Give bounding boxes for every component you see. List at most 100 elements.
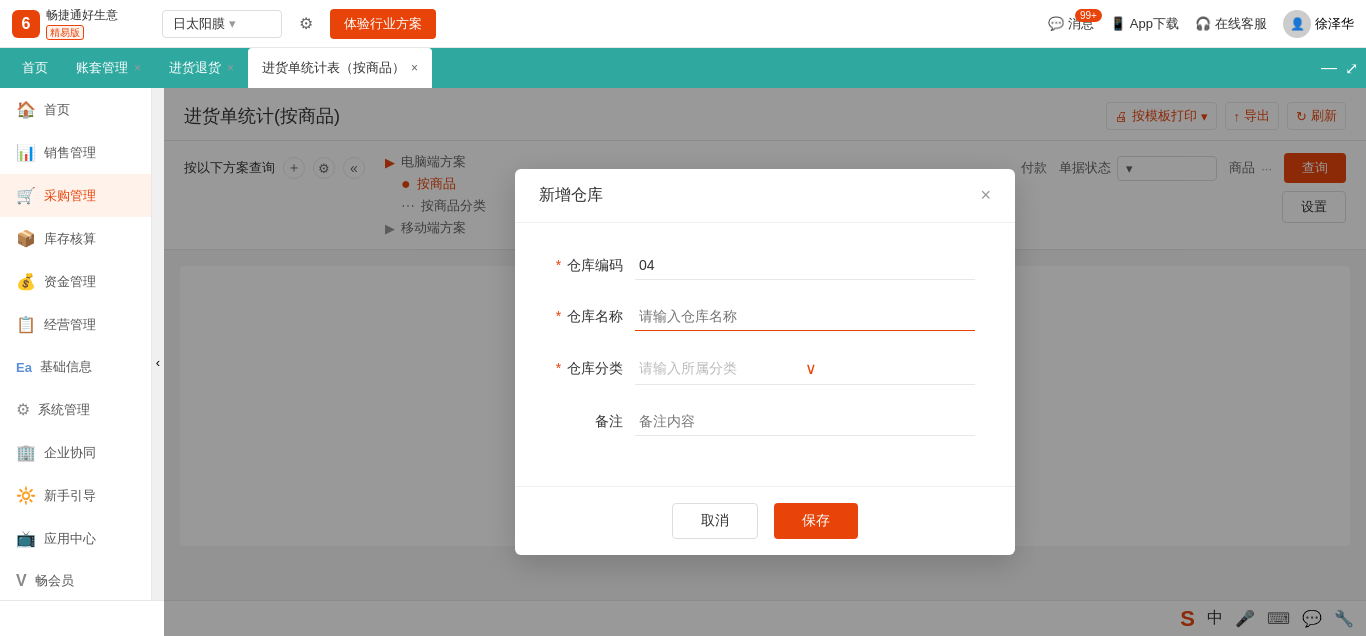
basic-icon: Ea xyxy=(16,360,32,375)
home-icon: 🏠 xyxy=(16,100,36,119)
sidebar-item-home[interactable]: 🏠 首页 xyxy=(0,88,151,131)
sidebar-item-operations-label: 经营管理 xyxy=(44,316,96,334)
logo-area: 6 畅捷通好生意 精易版 xyxy=(12,7,152,40)
tab-returns-close[interactable]: × xyxy=(227,61,234,75)
warehouse-code-input[interactable] xyxy=(635,251,975,280)
add-warehouse-modal: 新增仓库 × * 仓库编码 * xyxy=(515,169,1015,555)
store-selector[interactable]: 日太阳膜 ▾ xyxy=(162,10,282,38)
sidebar-item-member-label: 畅会员 xyxy=(35,572,74,590)
member-icon: V xyxy=(16,572,27,590)
tab-account-close[interactable]: × xyxy=(134,61,141,75)
sidebar-item-basic-label: 基础信息 xyxy=(40,358,92,376)
operations-icon: 📋 xyxy=(16,315,36,334)
sidebar-item-finance-label: 资金管理 xyxy=(44,273,96,291)
apps-icon: 📺 xyxy=(16,529,36,548)
sidebar-item-system-label: 系统管理 xyxy=(38,401,90,419)
warehouse-category-label: * 仓库分类 xyxy=(555,360,635,378)
sales-icon: 📊 xyxy=(16,143,36,162)
gear-icon: ⚙ xyxy=(299,14,313,33)
user-name: 徐泽华 xyxy=(1315,15,1354,33)
sidebar-item-enterprise-label: 企业协同 xyxy=(44,444,96,462)
warehouse-category-select[interactable]: 请输入所属分类 ∨ xyxy=(635,353,975,385)
brand-name: 畅捷通好生意 xyxy=(46,7,118,24)
sidebar-item-finance[interactable]: 💰 资金管理 xyxy=(0,260,151,303)
warehouse-note-label: 备注 xyxy=(555,413,635,431)
sidebar-item-inventory[interactable]: 📦 库存核算 xyxy=(0,217,151,260)
enterprise-icon: 🏢 xyxy=(16,443,36,462)
sidebar-item-home-label: 首页 xyxy=(44,101,70,119)
content-area: 进货单统计(按商品) 🖨 按模板打印 ▾ ↑ 导出 ↻ 刷新 xyxy=(164,88,1366,636)
sidebar-item-apps-label: 应用中心 xyxy=(44,530,96,548)
message-button[interactable]: 💬 消息 99+ xyxy=(1048,15,1094,33)
chevron-down-icon: ▾ xyxy=(229,16,236,31)
sidebar-item-apps[interactable]: 📺 应用中心 xyxy=(0,517,151,560)
warehouse-name-label: * 仓库名称 xyxy=(555,308,635,326)
sidebar-item-sales[interactable]: 📊 销售管理 xyxy=(0,131,151,174)
service-label: 在线客服 xyxy=(1215,15,1267,33)
sidebar: 🏠 首页 📊 销售管理 🛒 采购管理 📦 库存核算 💰 资金管理 📋 经营管理 … xyxy=(0,88,152,636)
tab-bar: 首页 账套管理 × 进货退货 × 进货单统计表（按商品） × — ⤢ xyxy=(0,48,1366,88)
brand-badge: 精易版 xyxy=(46,25,84,40)
category-placeholder: 请输入所属分类 xyxy=(639,360,805,378)
message-icon: 💬 xyxy=(1048,16,1064,31)
sidebar-collapse-button[interactable]: ‹ xyxy=(152,88,164,636)
main-layout: 🏠 首页 📊 销售管理 🛒 采购管理 📦 库存核算 💰 资金管理 📋 经营管理 … xyxy=(0,88,1366,636)
logo-icon: 6 xyxy=(12,10,40,38)
tab-home-label: 首页 xyxy=(22,59,48,77)
modal-footer: 取消 保存 xyxy=(515,486,1015,555)
tab-maximize-icon[interactable]: ⤢ xyxy=(1345,59,1358,78)
tab-returns-label: 进货退货 xyxy=(169,59,221,77)
customer-service-button[interactable]: 🎧 在线客服 xyxy=(1195,15,1267,33)
modal-header: 新增仓库 × xyxy=(515,169,1015,223)
purchase-icon: 🛒 xyxy=(16,186,36,205)
modal-overlay: 新增仓库 × * 仓库编码 * xyxy=(164,88,1366,636)
sidebar-item-system[interactable]: ⚙ 系统管理 xyxy=(0,388,151,431)
app-icon: 📱 xyxy=(1110,16,1126,31)
warehouse-name-input[interactable] xyxy=(635,302,975,331)
sidebar-item-operations[interactable]: 📋 经营管理 xyxy=(0,303,151,346)
modal-close-button[interactable]: × xyxy=(980,185,991,206)
warehouse-note-input[interactable] xyxy=(635,407,975,436)
finance-icon: 💰 xyxy=(16,272,36,291)
guide-icon: 🔆 xyxy=(16,486,36,505)
sidebar-item-inventory-label: 库存核算 xyxy=(44,230,96,248)
cancel-button[interactable]: 取消 xyxy=(672,503,758,539)
app-download-button[interactable]: 📱 App下载 xyxy=(1110,15,1179,33)
tab-home[interactable]: 首页 xyxy=(8,48,62,88)
system-icon: ⚙ xyxy=(16,400,30,419)
modal-title: 新增仓库 xyxy=(539,185,603,206)
warehouse-code-row: * 仓库编码 xyxy=(555,251,975,280)
warehouse-note-row: 备注 xyxy=(555,407,975,436)
sidebar-item-member[interactable]: V 畅会员 xyxy=(0,560,151,602)
trial-button[interactable]: 体验行业方案 xyxy=(330,9,436,39)
tab-stats-close[interactable]: × xyxy=(411,61,418,75)
sidebar-item-guide[interactable]: 🔆 新手引导 xyxy=(0,474,151,517)
avatar: 👤 xyxy=(1283,10,1311,38)
tab-stats-label: 进货单统计表（按商品） xyxy=(262,59,405,77)
sidebar-item-sales-label: 销售管理 xyxy=(44,144,96,162)
warehouse-name-row: * 仓库名称 xyxy=(555,302,975,331)
app-label: App下载 xyxy=(1130,15,1179,33)
tab-bar-actions: — ⤢ xyxy=(1321,59,1358,78)
store-name: 日太阳膜 xyxy=(173,15,225,33)
message-badge: 99+ xyxy=(1075,9,1102,22)
warehouse-category-row: * 仓库分类 请输入所属分类 ∨ xyxy=(555,353,975,385)
tab-returns[interactable]: 进货退货 × xyxy=(155,48,248,88)
tab-minimize-icon[interactable]: — xyxy=(1321,59,1337,78)
tab-account[interactable]: 账套管理 × xyxy=(62,48,155,88)
sidebar-item-purchase[interactable]: 🛒 采购管理 xyxy=(0,174,151,217)
tab-stats[interactable]: 进货单统计表（按商品） × xyxy=(248,48,432,88)
save-button[interactable]: 保存 xyxy=(774,503,858,539)
tab-account-label: 账套管理 xyxy=(76,59,128,77)
user-avatar-area[interactable]: 👤 徐泽华 xyxy=(1283,10,1354,38)
modal-body: * 仓库编码 * 仓库名称 xyxy=(515,223,1015,486)
warehouse-code-label: * 仓库编码 xyxy=(555,257,635,275)
inventory-icon: 📦 xyxy=(16,229,36,248)
sidebar-item-purchase-label: 采购管理 xyxy=(44,187,96,205)
top-header: 6 畅捷通好生意 精易版 日太阳膜 ▾ ⚙ 体验行业方案 💬 消息 99+ 📱 … xyxy=(0,0,1366,48)
sidebar-item-enterprise[interactable]: 🏢 企业协同 xyxy=(0,431,151,474)
sidebar-item-basic[interactable]: Ea 基础信息 xyxy=(0,346,151,388)
gear-button[interactable]: ⚙ xyxy=(292,10,320,38)
header-right: 💬 消息 99+ 📱 App下载 🎧 在线客服 👤 徐泽华 xyxy=(1048,10,1354,38)
sidebar-item-guide-label: 新手引导 xyxy=(44,487,96,505)
